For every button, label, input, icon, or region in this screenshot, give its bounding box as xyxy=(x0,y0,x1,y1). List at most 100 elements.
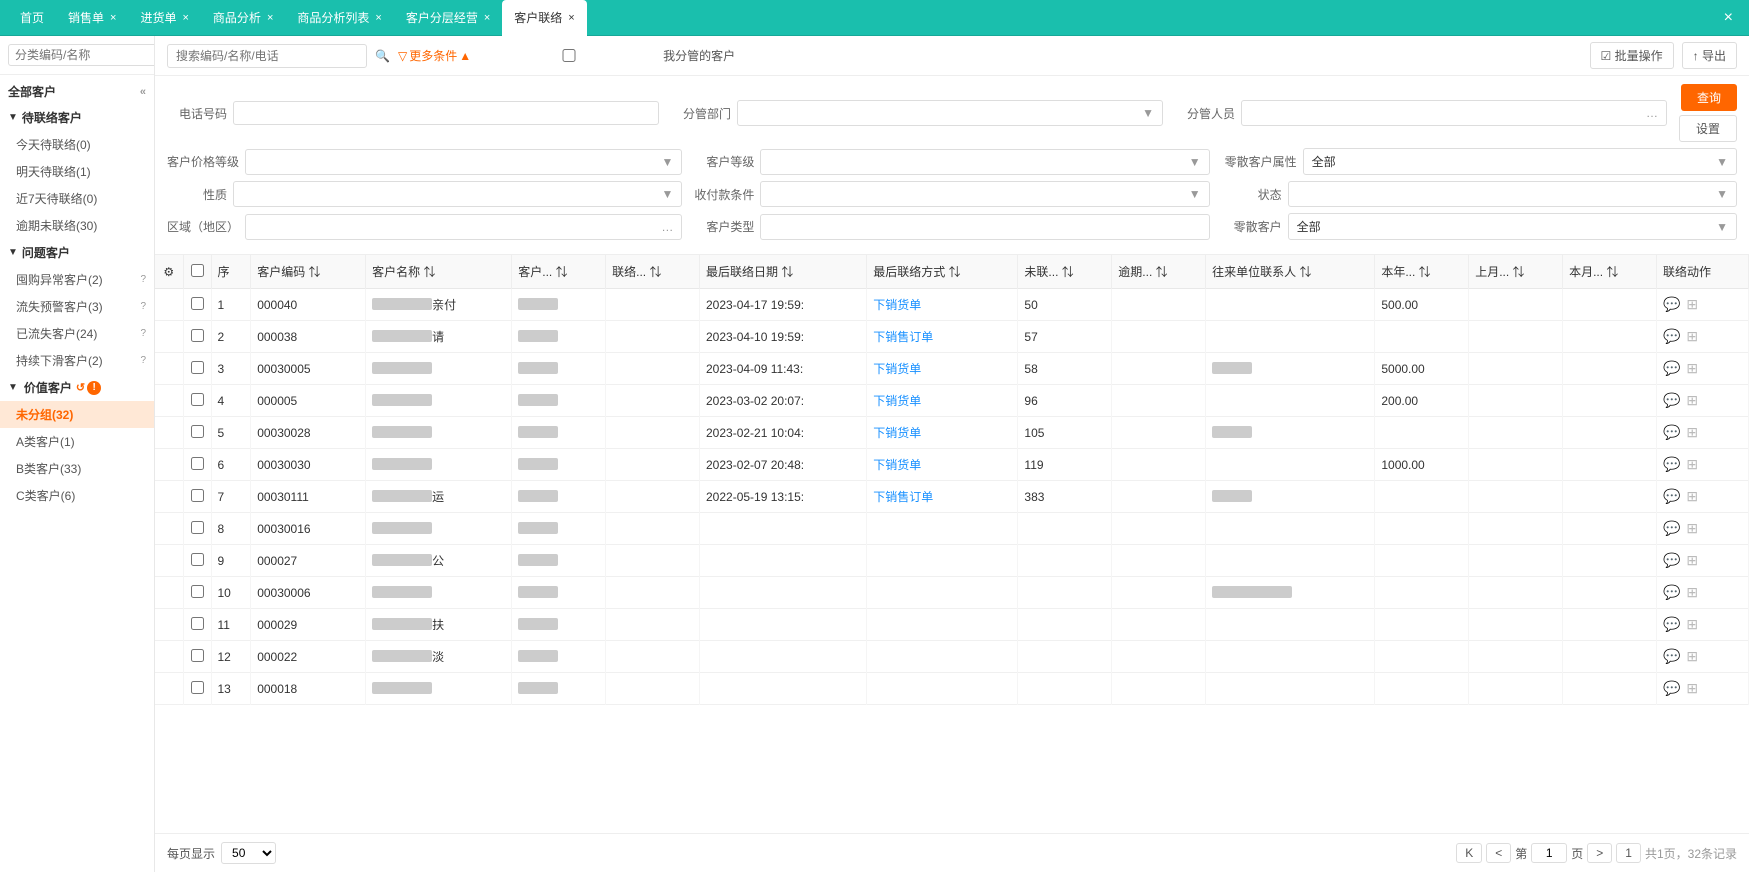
sidebar-item-class-c[interactable]: C类客户(6) xyxy=(0,482,154,509)
grid-icon[interactable]: ⊞ xyxy=(1686,392,1698,409)
message-icon[interactable]: 💬 xyxy=(1663,328,1680,345)
row-checkbox[interactable] xyxy=(191,329,204,342)
grid-icon[interactable]: ⊞ xyxy=(1686,552,1698,569)
sidebar-item-abnormal-stock[interactable]: 囤购异常客户(2) ? xyxy=(0,266,154,293)
contact-method-link[interactable]: 下销货单 xyxy=(873,362,921,376)
message-icon[interactable]: 💬 xyxy=(1663,424,1680,441)
row-checkbox[interactable] xyxy=(191,681,204,694)
contact-method-link[interactable]: 下销货单 xyxy=(873,394,921,408)
pending-contact-header[interactable]: ▼ 待联络客户 xyxy=(0,104,154,131)
tab-customer-contact[interactable]: 客户联络 × xyxy=(502,0,586,36)
checkbox-cell[interactable] xyxy=(183,545,211,577)
contact-method-link[interactable]: 下销货单 xyxy=(873,426,921,440)
last-contact-method-cell[interactable] xyxy=(867,577,1018,609)
settings-column-header[interactable]: ⚙ xyxy=(155,255,183,289)
contact-method-link[interactable]: 下销售订单 xyxy=(873,490,933,504)
message-icon[interactable]: 💬 xyxy=(1663,680,1680,697)
grid-icon[interactable]: ⊞ xyxy=(1686,488,1698,505)
last-contact-method-cell[interactable]: 下销货单 xyxy=(867,449,1018,481)
grid-icon[interactable]: ⊞ xyxy=(1686,584,1698,601)
problem-customers-header[interactable]: ▼ 问题客户 xyxy=(0,239,154,266)
sidebar-item-overdue-contact[interactable]: 逾期未联络(30) xyxy=(0,212,154,239)
scatter-customer-select[interactable]: 全部 ▼ xyxy=(1288,213,1737,240)
sidebar-item-class-a[interactable]: A类客户(1) xyxy=(0,428,154,455)
year-amount-column-header[interactable]: 本年... ⇅ xyxy=(1375,255,1469,289)
last-contact-method-cell[interactable] xyxy=(867,609,1018,641)
scatter-attr-select[interactable]: 全部 ▼ xyxy=(1303,148,1737,175)
page-number-input[interactable] xyxy=(1531,843,1567,863)
row-checkbox[interactable] xyxy=(191,393,204,406)
search-input[interactable] xyxy=(167,44,367,68)
last-contact-method-cell[interactable] xyxy=(867,545,1018,577)
message-icon[interactable]: 💬 xyxy=(1663,520,1680,537)
checkbox-cell[interactable] xyxy=(183,673,211,705)
contact-column-header[interactable]: 联络... ⇅ xyxy=(606,255,700,289)
type-column-header[interactable]: 客户... ⇅ xyxy=(512,255,606,289)
row-checkbox[interactable] xyxy=(191,553,204,566)
message-icon[interactable]: 💬 xyxy=(1663,392,1680,409)
page-size-select[interactable]: 50 100 200 xyxy=(221,842,276,864)
last-contact-method-cell[interactable]: 下销货单 xyxy=(867,385,1018,417)
last-contact-method-cell[interactable]: 下销售订单 xyxy=(867,321,1018,353)
first-page-button[interactable]: K xyxy=(1456,843,1482,863)
close-icon[interactable]: × xyxy=(568,12,574,24)
query-button[interactable]: 查询 xyxy=(1681,84,1737,111)
checkbox-cell[interactable] xyxy=(183,577,211,609)
name-column-header[interactable]: 客户名称 ⇅ xyxy=(366,255,512,289)
sidebar-all-customers[interactable]: 全部客户 « xyxy=(0,75,154,104)
checkbox-cell[interactable] xyxy=(183,321,211,353)
row-checkbox[interactable] xyxy=(191,297,204,310)
select-all-checkbox[interactable] xyxy=(191,264,204,277)
category-search-input[interactable] xyxy=(8,44,155,66)
message-icon[interactable]: 💬 xyxy=(1663,552,1680,569)
last-contact-method-cell[interactable] xyxy=(867,513,1018,545)
message-icon[interactable]: 💬 xyxy=(1663,296,1680,313)
grid-icon[interactable]: ⊞ xyxy=(1686,360,1698,377)
grid-icon[interactable]: ⊞ xyxy=(1686,616,1698,633)
checkbox-cell[interactable] xyxy=(183,449,211,481)
my-customers-checkbox[interactable]: 我分管的客户 xyxy=(479,47,735,64)
contact-method-link[interactable]: 下销售订单 xyxy=(873,330,933,344)
grid-icon[interactable]: ⊞ xyxy=(1686,680,1698,697)
tab-customer-segment[interactable]: 客户分层经营 × xyxy=(394,0,502,36)
checkbox-cell[interactable] xyxy=(183,513,211,545)
message-icon[interactable]: 💬 xyxy=(1663,616,1680,633)
row-checkbox[interactable] xyxy=(191,585,204,598)
row-checkbox[interactable] xyxy=(191,649,204,662)
last-contact-method-cell[interactable] xyxy=(867,673,1018,705)
last-page-button[interactable]: 1 xyxy=(1616,843,1641,863)
contact-method-link[interactable]: 下销货单 xyxy=(873,298,921,312)
search-button[interactable]: 🔍 xyxy=(375,49,390,63)
no-contact-days-column-header[interactable]: 未联... ⇅ xyxy=(1018,255,1112,289)
row-checkbox[interactable] xyxy=(191,617,204,630)
checkbox-cell[interactable] xyxy=(183,481,211,513)
export-button[interactable]: ↑ 导出 xyxy=(1682,42,1737,69)
grid-icon[interactable]: ⊞ xyxy=(1686,424,1698,441)
last-contact-method-column-header[interactable]: 最后联络方式 ⇅ xyxy=(867,255,1018,289)
checkbox-cell[interactable] xyxy=(183,417,211,449)
select-all-column-header[interactable] xyxy=(183,255,211,289)
refresh-icon[interactable]: ↺ xyxy=(76,381,85,394)
row-checkbox[interactable] xyxy=(191,361,204,374)
overdue-column-header[interactable]: 逾期... ⇅ xyxy=(1112,255,1206,289)
close-all-tabs-button[interactable]: × xyxy=(1716,9,1741,27)
customer-type-select[interactable] xyxy=(760,214,1209,240)
customer-level-select[interactable]: ▼ xyxy=(760,149,1209,175)
status-select[interactable]: ▼ xyxy=(1288,181,1737,207)
next-page-button[interactable]: > xyxy=(1587,843,1612,863)
contact-method-link[interactable]: 下销货单 xyxy=(873,458,921,472)
close-icon[interactable]: × xyxy=(182,12,188,24)
message-icon[interactable]: 💬 xyxy=(1663,360,1680,377)
grid-icon[interactable]: ⊞ xyxy=(1686,296,1698,313)
close-icon[interactable]: × xyxy=(375,12,381,24)
prev-page-button[interactable]: < xyxy=(1486,843,1511,863)
grid-icon[interactable]: ⊞ xyxy=(1686,328,1698,345)
code-column-header[interactable]: 客户编码 ⇅ xyxy=(251,255,366,289)
unit-contact-column-header[interactable]: 往来单位联系人 ⇅ xyxy=(1206,255,1375,289)
checkbox-cell[interactable] xyxy=(183,641,211,673)
batch-operations-button[interactable]: ☑ 批量操作 xyxy=(1590,42,1674,69)
this-month-column-header[interactable]: 本月... ⇅ xyxy=(1563,255,1657,289)
message-icon[interactable]: 💬 xyxy=(1663,648,1680,665)
grid-icon[interactable]: ⊞ xyxy=(1686,456,1698,473)
payment-select[interactable]: ▼ xyxy=(760,181,1209,207)
